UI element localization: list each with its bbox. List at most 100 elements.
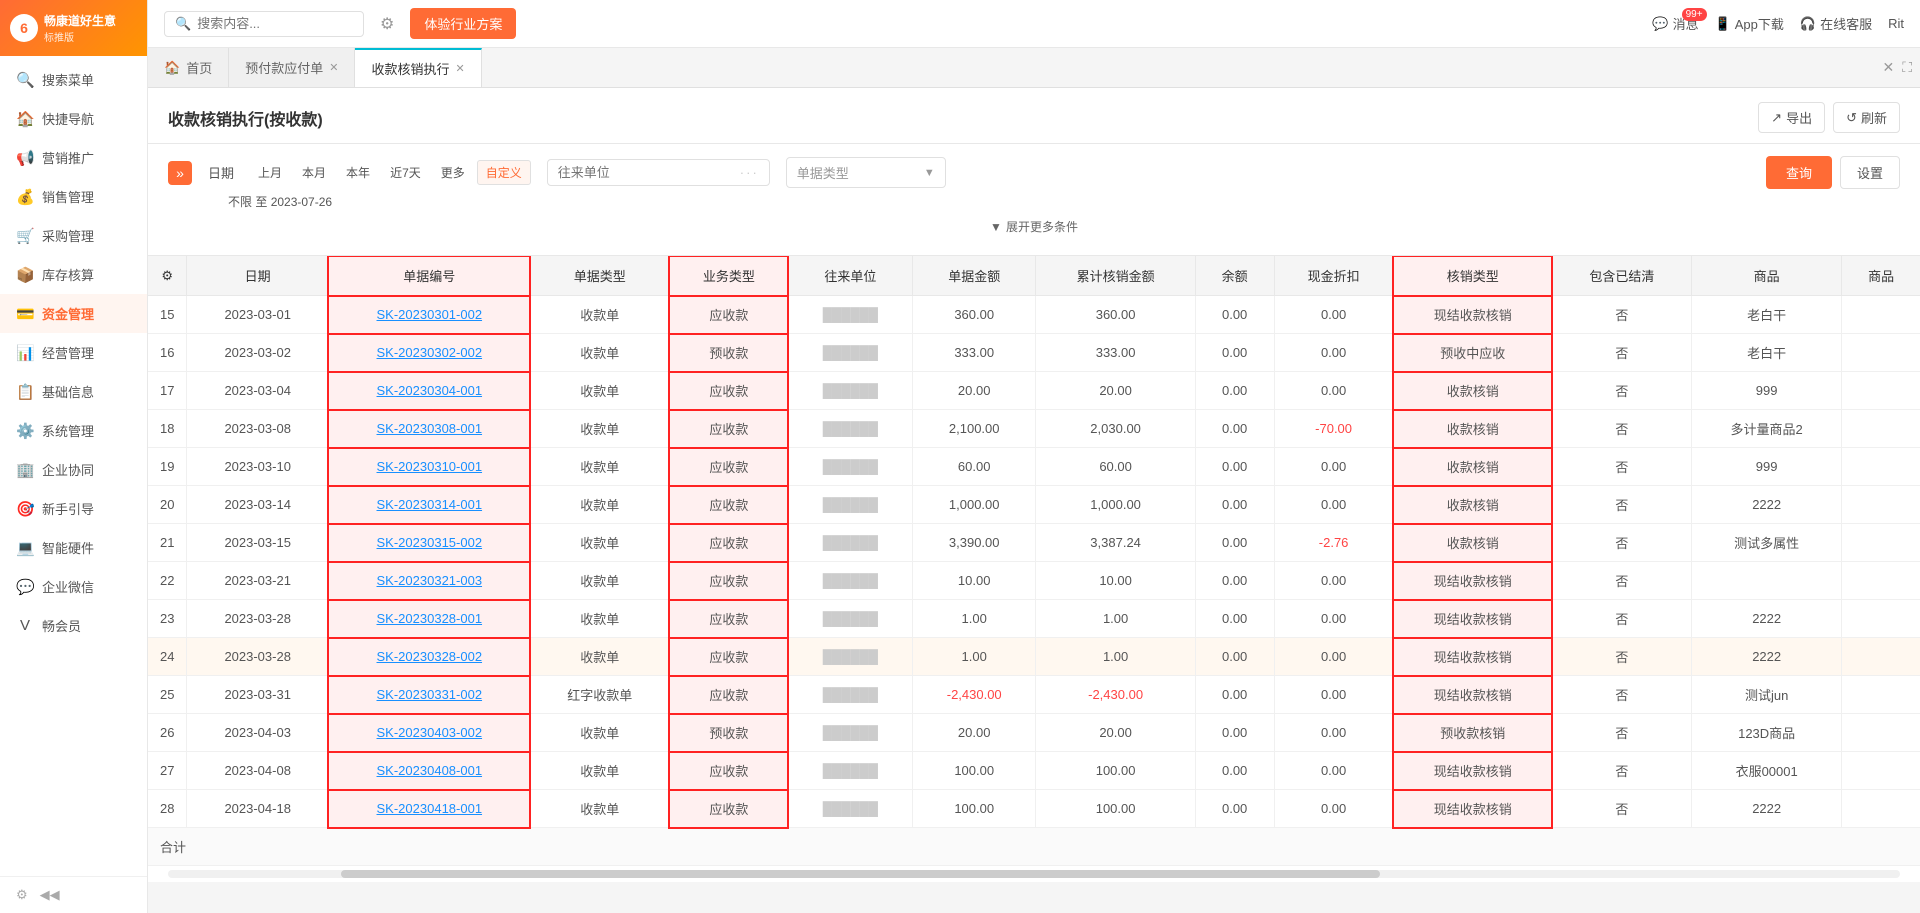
- voucher-link[interactable]: SK-20230328-001: [377, 611, 483, 626]
- sidebar-item-search[interactable]: 🔍 搜索菜单: [0, 60, 147, 99]
- col-verified[interactable]: 累计核销金额: [1036, 256, 1195, 296]
- col-balance[interactable]: 余额: [1195, 256, 1274, 296]
- col-goods[interactable]: 商品: [1692, 256, 1842, 296]
- verify-type-cell: 现结收款核销: [1393, 638, 1552, 676]
- table-body: 152023-03-01SK-20230301-002收款单应收款██████3…: [148, 296, 1920, 828]
- sidebar-item-purchase[interactable]: 🛒 采购管理: [0, 216, 147, 255]
- col-cash-discount[interactable]: 现金折扣: [1274, 256, 1393, 296]
- col-voucher-type[interactable]: 单据类型: [530, 256, 669, 296]
- table-cell: 收款单: [530, 638, 669, 676]
- voucher-no-cell[interactable]: SK-20230403-002: [328, 714, 530, 752]
- filter-expand-button[interactable]: »: [168, 161, 192, 185]
- solution-button[interactable]: 体验行业方案: [410, 8, 516, 39]
- sidebar-item-member[interactable]: V 畅会员: [0, 606, 147, 645]
- sidebar-item-system[interactable]: ⚙️ 系统管理: [0, 411, 147, 450]
- voucher-no-cell[interactable]: SK-20230314-001: [328, 486, 530, 524]
- voucher-link[interactable]: SK-20230304-001: [377, 383, 483, 398]
- sidebar-item-guide[interactable]: 🎯 新手引导: [0, 489, 147, 528]
- filter-date-this-month[interactable]: 本月: [294, 161, 334, 184]
- table-scrollbar[interactable]: [168, 870, 1900, 878]
- voucher-no-cell[interactable]: SK-20230331-002: [328, 676, 530, 714]
- col-gear[interactable]: ⚙: [148, 256, 187, 296]
- col-biz-type[interactable]: 业务类型: [669, 256, 788, 296]
- col-voucher-no[interactable]: 单据编号: [328, 256, 530, 296]
- sidebar-item-operation[interactable]: 📊 经营管理: [0, 333, 147, 372]
- topbar-user[interactable]: Rit: [1888, 16, 1904, 31]
- voucher-no-cell[interactable]: SK-20230418-001: [328, 790, 530, 828]
- voucher-no-cell[interactable]: SK-20230328-001: [328, 600, 530, 638]
- voucher-link[interactable]: SK-20230301-002: [377, 307, 483, 322]
- sidebar-item-marketing[interactable]: 📢 营销推广: [0, 138, 147, 177]
- voucher-link[interactable]: SK-20230418-001: [377, 801, 483, 816]
- topbar-msg[interactable]: 💬 消息 99+: [1652, 14, 1698, 33]
- voucher-link[interactable]: SK-20230310-001: [377, 459, 483, 474]
- voucher-link[interactable]: SK-20230403-002: [377, 725, 483, 740]
- voucher-no-cell[interactable]: SK-20230304-001: [328, 372, 530, 410]
- voucher-link[interactable]: SK-20230321-003: [377, 573, 483, 588]
- sidebar-item-finance[interactable]: 💳 资金管理: [0, 294, 147, 333]
- voucher-no-cell[interactable]: SK-20230302-002: [328, 334, 530, 372]
- topbar-service[interactable]: 🎧 在线客服: [1800, 14, 1872, 33]
- filter-date-this-year[interactable]: 本年: [338, 161, 378, 184]
- topbar-gear-icon[interactable]: ⚙: [380, 14, 394, 34]
- tab-close-all-icon[interactable]: ✕: [1882, 59, 1894, 76]
- voucher-no-cell[interactable]: SK-20230308-001: [328, 410, 530, 448]
- col-date[interactable]: 日期: [187, 256, 328, 296]
- voucher-no-cell[interactable]: SK-20230321-003: [328, 562, 530, 600]
- tab-home[interactable]: 🏠 首页: [148, 48, 229, 87]
- sidebar-item-inventory[interactable]: 📦 库存核算: [0, 255, 147, 294]
- collapse-icon[interactable]: ◀◀: [40, 887, 60, 903]
- table-row: 212023-03-15SK-20230315-002收款单应收款██████3…: [148, 524, 1920, 562]
- table-cell: 0.00: [1195, 600, 1274, 638]
- tab-collect-close[interactable]: ✕: [455, 62, 464, 75]
- query-button[interactable]: 查询: [1766, 156, 1832, 189]
- sidebar-item-sales[interactable]: 💰 销售管理: [0, 177, 147, 216]
- table-row: 272023-04-08SK-20230408-001收款单应收款██████1…: [148, 752, 1920, 790]
- filter-date-more[interactable]: 更多: [433, 161, 473, 184]
- voucher-no-cell[interactable]: SK-20230315-002: [328, 524, 530, 562]
- tab-prepay[interactable]: 预付款应付单 ✕: [229, 48, 355, 87]
- filter-date-7days[interactable]: 近7天: [382, 161, 429, 184]
- col-amount[interactable]: 单据金额: [912, 256, 1036, 296]
- filter-date-custom-label[interactable]: 自定义: [477, 160, 531, 185]
- sidebar-item-wechat[interactable]: 💬 企业微信: [0, 567, 147, 606]
- voucher-no-cell[interactable]: SK-20230408-001: [328, 752, 530, 790]
- filter-settings-button[interactable]: 设置: [1840, 156, 1900, 189]
- voucher-link[interactable]: SK-20230315-002: [377, 535, 483, 550]
- voucher-link[interactable]: SK-20230328-002: [377, 649, 483, 664]
- col-include-settled[interactable]: 包含已结清: [1552, 256, 1691, 296]
- col-verify-type[interactable]: 核销类型: [1393, 256, 1552, 296]
- voucher-link[interactable]: SK-20230408-001: [377, 763, 483, 778]
- tab-collect[interactable]: 收款核销执行 ✕: [355, 48, 481, 87]
- col-partner[interactable]: 往来单位: [788, 256, 912, 296]
- voucher-link[interactable]: SK-20230308-001: [377, 421, 483, 436]
- table-cell: 收款单: [530, 562, 669, 600]
- voucher-link[interactable]: SK-20230331-002: [377, 687, 483, 702]
- sidebar-item-hardware[interactable]: 💻 智能硬件: [0, 528, 147, 567]
- voucher-no-cell[interactable]: SK-20230301-002: [328, 296, 530, 334]
- topbar-app-download[interactable]: 📱 App下载: [1715, 14, 1784, 33]
- col-goods2[interactable]: 商品: [1842, 256, 1920, 296]
- tab-prepay-close[interactable]: ✕: [329, 61, 338, 74]
- table-cell: ██████: [788, 600, 912, 638]
- sidebar-item-basic[interactable]: 📋 基础信息: [0, 372, 147, 411]
- tab-expand-icon[interactable]: ⛶: [1902, 59, 1912, 76]
- voucher-no-cell[interactable]: SK-20230310-001: [328, 448, 530, 486]
- sidebar-item-quick[interactable]: 🏠 快捷导航: [0, 99, 147, 138]
- topbar-search-input[interactable]: [197, 16, 353, 31]
- table-cell: 10.00: [1036, 562, 1195, 600]
- voucher-link[interactable]: SK-20230314-001: [377, 497, 483, 512]
- table-cell: -2,430.00: [912, 676, 1036, 714]
- refresh-button[interactable]: ↺ 刷新: [1833, 102, 1900, 133]
- filter-partner-input[interactable]: [558, 165, 734, 180]
- expand-more-row[interactable]: ▼ 展开更多条件: [168, 210, 1900, 243]
- sidebar-item-enterprise[interactable]: 🏢 企业协同: [0, 450, 147, 489]
- filter-voucher-type-select[interactable]: 单据类型 ▼: [786, 157, 946, 188]
- voucher-link[interactable]: SK-20230302-002: [377, 345, 483, 360]
- settings-icon[interactable]: ⚙: [16, 887, 28, 903]
- chevron-down-icon: ▼: [924, 167, 935, 179]
- filter-date-last-month[interactable]: 上月: [250, 161, 290, 184]
- export-button[interactable]: ↗ 导出: [1758, 102, 1825, 133]
- voucher-no-cell[interactable]: SK-20230328-002: [328, 638, 530, 676]
- table-cell: 0.00: [1195, 790, 1274, 828]
